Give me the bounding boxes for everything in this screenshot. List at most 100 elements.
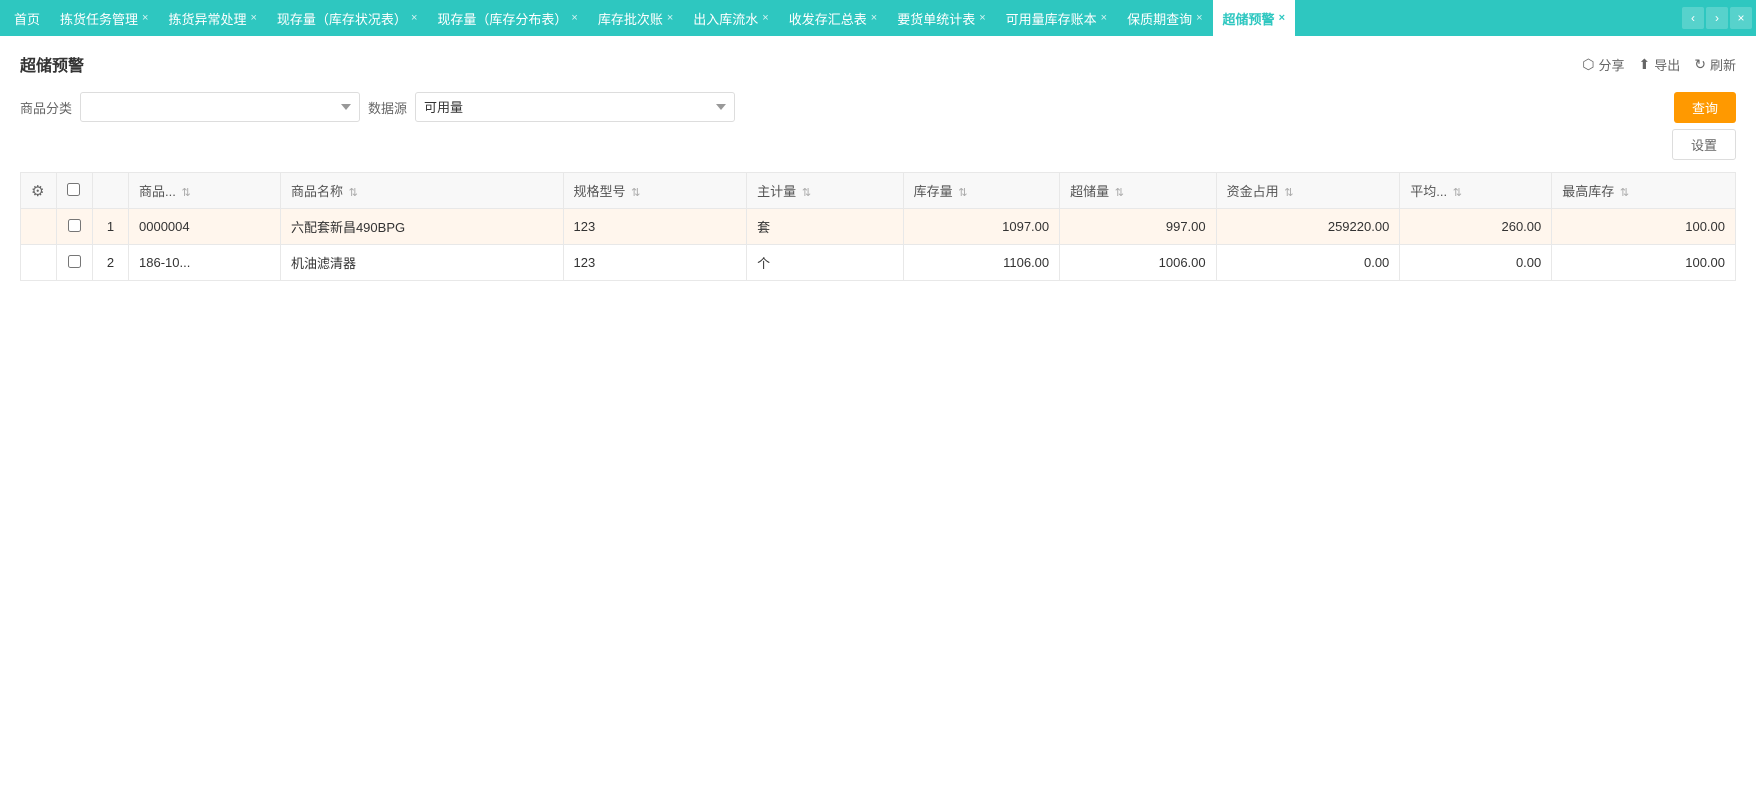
sort-icon: ⇅ xyxy=(802,187,811,199)
nav-tab-home[interactable]: 首页 xyxy=(4,0,50,36)
nav-next-button[interactable]: › xyxy=(1706,7,1728,29)
select-all-checkbox[interactable] xyxy=(67,183,80,196)
sort-icon: ⇅ xyxy=(349,187,358,199)
td-max-stock: 100.00 xyxy=(1552,245,1736,281)
th-max-stock[interactable]: 最高库存 ⇅ xyxy=(1552,173,1736,209)
th-overstock[interactable]: 超储量 ⇅ xyxy=(1060,173,1216,209)
sort-icon: ⇅ xyxy=(1115,187,1124,199)
td-overstock: 997.00 xyxy=(1060,209,1216,245)
nav-tab-stock-status[interactable]: 现存量（库存状况表） × xyxy=(267,0,427,36)
close-icon[interactable]: × xyxy=(142,12,148,24)
page-header: 超储预警 ⬡ 分享 ⬆ 导出 ↻ 刷新 xyxy=(20,52,1736,76)
th-unit[interactable]: 主计量 ⇅ xyxy=(747,173,903,209)
sort-icon: ⇅ xyxy=(181,187,190,199)
nav-tab-overstock[interactable]: 超储预警 × xyxy=(1213,0,1295,36)
td-capital: 259220.00 xyxy=(1216,209,1400,245)
nav-tab-available[interactable]: 可用量库存账本 × xyxy=(996,0,1117,36)
close-icon[interactable]: × xyxy=(1279,12,1285,24)
th-product-code[interactable]: 商品... ⇅ xyxy=(129,173,281,209)
close-icon[interactable]: × xyxy=(1196,12,1202,24)
th-checkbox xyxy=(57,173,93,209)
table-header-row: ⚙ 商品... ⇅ 商品名称 ⇅ 规格型号 ⇅ xyxy=(21,173,1736,209)
th-capital[interactable]: 资金占用 ⇅ xyxy=(1216,173,1400,209)
nav-tab-pick-task[interactable]: 拣货任务管理 × xyxy=(50,0,158,36)
nav-tab-stock-dist[interactable]: 现存量（库存分布表） × xyxy=(427,0,587,36)
td-checkbox[interactable] xyxy=(57,245,93,281)
export-icon: ⬆ xyxy=(1639,56,1651,73)
query-button[interactable]: 查询 xyxy=(1674,92,1736,123)
nav-tab-inout-flow[interactable]: 出入库流水 × xyxy=(683,0,778,36)
nav-close-button[interactable]: × xyxy=(1730,7,1752,29)
nav-tab-expiry[interactable]: 保质期查询 × xyxy=(1117,0,1212,36)
close-icon[interactable]: × xyxy=(571,12,577,24)
data-source-select[interactable]: 可用量 xyxy=(415,92,735,122)
td-max-stock: 100.00 xyxy=(1552,209,1736,245)
refresh-button[interactable]: ↻ 刷新 xyxy=(1694,55,1736,74)
nav-arrows: ‹ › × xyxy=(1682,7,1752,29)
td-rownum: 1 xyxy=(93,209,129,245)
close-icon[interactable]: × xyxy=(1101,12,1107,24)
nav-tab-summary[interactable]: 收发存汇总表 × xyxy=(779,0,887,36)
product-category-filter: 商品分类 xyxy=(20,92,360,122)
th-rownum xyxy=(93,173,129,209)
td-unit: 个 xyxy=(747,245,903,281)
top-navigation: 首页 拣货任务管理 × 拣货异常处理 × 现存量（库存状况表） × 现存量（库存… xyxy=(0,0,1756,36)
data-table: ⚙ 商品... ⇅ 商品名称 ⇅ 规格型号 ⇅ xyxy=(20,172,1736,281)
page-title: 超储预警 xyxy=(20,52,84,76)
close-icon[interactable]: × xyxy=(871,12,877,24)
export-button[interactable]: ⬆ 导出 xyxy=(1639,55,1681,74)
refresh-icon: ↻ xyxy=(1694,56,1706,73)
share-icon: ⬡ xyxy=(1582,56,1594,73)
close-icon[interactable]: × xyxy=(979,12,985,24)
th-settings[interactable]: ⚙ xyxy=(21,173,57,209)
share-button[interactable]: ⬡ 分享 xyxy=(1582,55,1624,74)
close-icon[interactable]: × xyxy=(411,12,417,24)
sort-icon: ⇅ xyxy=(958,187,967,199)
close-icon[interactable]: × xyxy=(250,12,256,24)
td-product-code: 186-10... xyxy=(129,245,281,281)
right-buttons: 查询 设置 xyxy=(1672,92,1736,160)
table-row: 10000004六配套新昌490BPG123套1097.00997.002592… xyxy=(21,209,1736,245)
product-category-select[interactable] xyxy=(80,92,360,122)
td-capital: 0.00 xyxy=(1216,245,1400,281)
table-row: 2186-10...机油滤清器123个1106.001006.000.000.0… xyxy=(21,245,1736,281)
sort-icon: ⇅ xyxy=(1284,187,1293,199)
nav-tab-batch[interactable]: 库存批次账 × xyxy=(588,0,683,36)
data-source-label: 数据源 xyxy=(368,98,407,117)
data-source-filter: 数据源 可用量 xyxy=(368,92,735,122)
th-product-name[interactable]: 商品名称 ⇅ xyxy=(280,173,563,209)
td-product-name: 机油滤清器 xyxy=(280,245,563,281)
td-overstock: 1006.00 xyxy=(1060,245,1216,281)
gear-icon[interactable]: ⚙ xyxy=(31,183,44,200)
filter-bar: 商品分类 数据源 可用量 查询 设置 xyxy=(20,92,1736,160)
td-product-name: 六配套新昌490BPG xyxy=(280,209,563,245)
td-stock: 1106.00 xyxy=(903,245,1059,281)
td-settings xyxy=(21,245,57,281)
td-spec: 123 xyxy=(563,245,747,281)
header-actions: ⬡ 分享 ⬆ 导出 ↻ 刷新 xyxy=(1582,55,1736,74)
nav-tab-order-stat[interactable]: 要货单统计表 × xyxy=(887,0,995,36)
sort-icon: ⇅ xyxy=(1453,187,1462,199)
td-checkbox[interactable] xyxy=(57,209,93,245)
close-icon[interactable]: × xyxy=(762,12,768,24)
nav-tab-pick-abnormal[interactable]: 拣货异常处理 × xyxy=(158,0,266,36)
sort-icon: ⇅ xyxy=(631,187,640,199)
th-stock[interactable]: 库存量 ⇅ xyxy=(903,173,1059,209)
td-spec: 123 xyxy=(563,209,747,245)
close-icon[interactable]: × xyxy=(667,12,673,24)
td-product-code: 0000004 xyxy=(129,209,281,245)
filter-group: 商品分类 数据源 可用量 xyxy=(20,92,735,122)
td-stock: 1097.00 xyxy=(903,209,1059,245)
th-avg[interactable]: 平均... ⇅ xyxy=(1400,173,1552,209)
sort-icon: ⇅ xyxy=(1620,187,1629,199)
td-avg: 0.00 xyxy=(1400,245,1552,281)
nav-prev-button[interactable]: ‹ xyxy=(1682,7,1704,29)
td-avg: 260.00 xyxy=(1400,209,1552,245)
td-settings xyxy=(21,209,57,245)
td-rownum: 2 xyxy=(93,245,129,281)
th-spec[interactable]: 规格型号 ⇅ xyxy=(563,173,747,209)
td-unit: 套 xyxy=(747,209,903,245)
product-category-label: 商品分类 xyxy=(20,98,72,117)
page-content: 超储预警 ⬡ 分享 ⬆ 导出 ↻ 刷新 商品分类 xyxy=(0,36,1756,800)
settings-button[interactable]: 设置 xyxy=(1672,129,1736,160)
